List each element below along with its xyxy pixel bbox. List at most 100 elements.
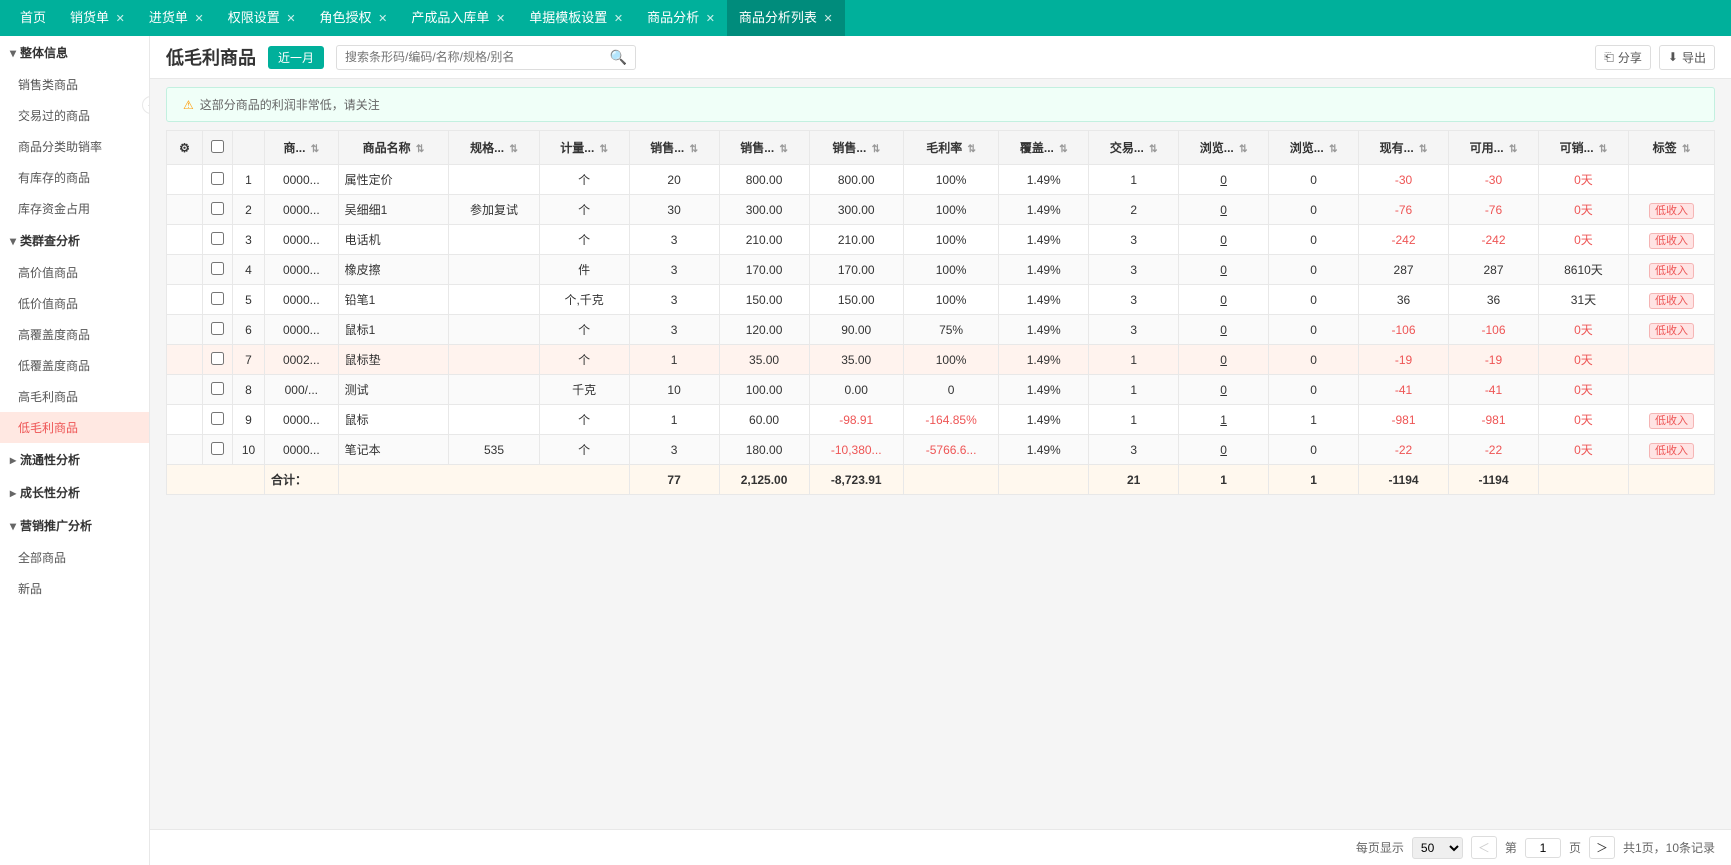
checkbox-cell[interactable] — [203, 195, 233, 225]
sidebar-group-overview[interactable]: ▾ 整体信息 — [0, 36, 149, 69]
th-coverage[interactable]: 覆盖... ⇅ — [999, 131, 1089, 165]
th-stock3[interactable]: 可销... ⇅ — [1538, 131, 1628, 165]
browse1-cell[interactable]: 0 — [1179, 435, 1269, 465]
sidebar-item-category-rate[interactable]: 商品分类助销率 — [0, 131, 149, 162]
close-icon[interactable]: ✕ — [614, 13, 623, 25]
sidebar-item-high-coverage[interactable]: 高覆盖度商品 — [0, 319, 149, 350]
time-filter-button[interactable]: 近一月 — [268, 46, 324, 69]
row-checkbox[interactable] — [211, 172, 224, 185]
nav-purchase[interactable]: 进货单 ✕ — [137, 0, 216, 36]
th-browse2[interactable]: 浏览... ⇅ — [1269, 131, 1359, 165]
sidebar-item-low-margin[interactable]: 低毛利商品 — [0, 412, 149, 443]
sidebar-item-traded-goods[interactable]: 交易过的商品 — [0, 100, 149, 131]
th-trade[interactable]: 交易... ⇅ — [1089, 131, 1179, 165]
close-icon[interactable]: ✕ — [194, 13, 203, 25]
prev-page-button[interactable]: ＜ — [1471, 836, 1497, 859]
page-number-input[interactable] — [1525, 838, 1561, 858]
close-icon[interactable]: ✕ — [824, 13, 833, 25]
close-icon[interactable]: ✕ — [496, 13, 505, 25]
sidebar-group-marketing[interactable]: ▾ 营销推广分析 — [0, 509, 149, 542]
browse1-cell[interactable]: 0 — [1179, 345, 1269, 375]
checkbox-cell[interactable] — [203, 165, 233, 195]
nav-permissions[interactable]: 权限设置 ✕ — [216, 0, 308, 36]
next-page-button[interactable]: ＞ — [1589, 836, 1615, 859]
checkbox-cell[interactable] — [203, 285, 233, 315]
nav-home[interactable]: 首页 — [8, 0, 58, 36]
browse1-cell[interactable]: 0 — [1179, 315, 1269, 345]
select-all-checkbox[interactable] — [211, 140, 224, 153]
nav-product-analysis[interactable]: 商品分析 ✕ — [635, 0, 727, 36]
nav-product-entry[interactable]: 产成品入库单 ✕ — [399, 0, 517, 36]
row-checkbox[interactable] — [211, 442, 224, 455]
browse1-link[interactable]: 0 — [1220, 173, 1227, 187]
row-checkbox[interactable] — [211, 382, 224, 395]
row-checkbox[interactable] — [211, 232, 224, 245]
th-gross[interactable]: 毛利率 ⇅ — [903, 131, 998, 165]
th-name[interactable]: 商品名称 ⇅ — [338, 131, 449, 165]
browse1-cell[interactable]: 0 — [1179, 375, 1269, 405]
browse1-link[interactable]: 0 — [1220, 443, 1227, 457]
browse1-link[interactable]: 0 — [1220, 233, 1227, 247]
checkbox-cell[interactable] — [203, 345, 233, 375]
nav-roles[interactable]: 角色授权 ✕ — [308, 0, 400, 36]
browse1-link[interactable]: 0 — [1220, 383, 1227, 397]
th-sale1[interactable]: 销售... ⇅ — [629, 131, 719, 165]
browse1-link[interactable]: 0 — [1220, 353, 1227, 367]
th-spec[interactable]: 规格... ⇅ — [449, 131, 539, 165]
row-checkbox[interactable] — [211, 202, 224, 215]
th-stock1[interactable]: 现有... ⇅ — [1359, 131, 1449, 165]
th-tag[interactable]: 标签 ⇅ — [1628, 131, 1714, 165]
checkbox-cell[interactable] — [203, 405, 233, 435]
sidebar-group-growth[interactable]: ▸ 成长性分析 — [0, 476, 149, 509]
share-button[interactable]: ⎗ 分享 — [1595, 45, 1651, 70]
nav-template[interactable]: 单据模板设置 ✕ — [517, 0, 635, 36]
nav-product-analysis-list[interactable]: 商品分析列表 ✕ — [727, 0, 845, 36]
browse1-cell[interactable]: 1 — [1179, 405, 1269, 435]
close-icon[interactable]: ✕ — [116, 13, 125, 25]
row-checkbox[interactable] — [211, 292, 224, 305]
page-size-select[interactable]: 50 100 200 — [1412, 837, 1463, 859]
th-stock2[interactable]: 可用... ⇅ — [1449, 131, 1539, 165]
search-icon[interactable]: 🔍 — [610, 49, 627, 66]
browse1-cell[interactable]: 0 — [1179, 195, 1269, 225]
sidebar-item-stock-funds[interactable]: 库存资金占用 — [0, 193, 149, 224]
checkbox-cell[interactable] — [203, 255, 233, 285]
browse1-link[interactable]: 1 — [1220, 413, 1227, 427]
checkbox-cell[interactable] — [203, 375, 233, 405]
browse1-link[interactable]: 0 — [1220, 293, 1227, 307]
th-code[interactable]: 商... ⇅ — [265, 131, 339, 165]
checkbox-cell[interactable] — [203, 315, 233, 345]
browse1-cell[interactable]: 0 — [1179, 285, 1269, 315]
close-icon[interactable]: ✕ — [286, 13, 295, 25]
row-checkbox[interactable] — [211, 262, 224, 275]
close-icon[interactable]: ✕ — [706, 13, 715, 25]
checkbox-cell[interactable] — [203, 225, 233, 255]
browse1-cell[interactable]: 0 — [1179, 255, 1269, 285]
browse1-cell[interactable]: 0 — [1179, 225, 1269, 255]
export-button[interactable]: ⬇ 导出 — [1659, 45, 1715, 70]
sidebar-item-sales-goods[interactable]: 销售类商品 — [0, 69, 149, 100]
th-settings[interactable]: ⚙ — [167, 131, 203, 165]
sidebar-item-low-value[interactable]: 低价值商品 — [0, 288, 149, 319]
sidebar-item-new-goods[interactable]: 新品 — [0, 573, 149, 604]
th-sale2[interactable]: 销售... ⇅ — [719, 131, 809, 165]
sidebar-item-all-goods[interactable]: 全部商品 — [0, 542, 149, 573]
nav-sales[interactable]: 销货单 ✕ — [58, 0, 137, 36]
browse1-link[interactable]: 0 — [1220, 203, 1227, 217]
row-checkbox[interactable] — [211, 322, 224, 335]
sidebar-group-liquidity[interactable]: ▸ 流通性分析 — [0, 443, 149, 476]
sidebar-item-low-coverage[interactable]: 低覆盖度商品 — [0, 350, 149, 381]
browse1-link[interactable]: 0 — [1220, 323, 1227, 337]
checkbox-cell[interactable] — [203, 435, 233, 465]
sidebar-item-in-stock[interactable]: 有库存的商品 — [0, 162, 149, 193]
th-unit[interactable]: 计量... ⇅ — [539, 131, 629, 165]
close-icon[interactable]: ✕ — [378, 13, 387, 25]
th-checkbox[interactable] — [203, 131, 233, 165]
sidebar-group-cluster[interactable]: ▾ 类群查分析 — [0, 224, 149, 257]
row-checkbox[interactable] — [211, 352, 224, 365]
th-sale3[interactable]: 销售... ⇅ — [809, 131, 903, 165]
sidebar-item-high-margin[interactable]: 高毛利商品 — [0, 381, 149, 412]
sidebar-item-high-value[interactable]: 高价值商品 — [0, 257, 149, 288]
row-checkbox[interactable] — [211, 412, 224, 425]
search-input[interactable] — [345, 50, 610, 64]
